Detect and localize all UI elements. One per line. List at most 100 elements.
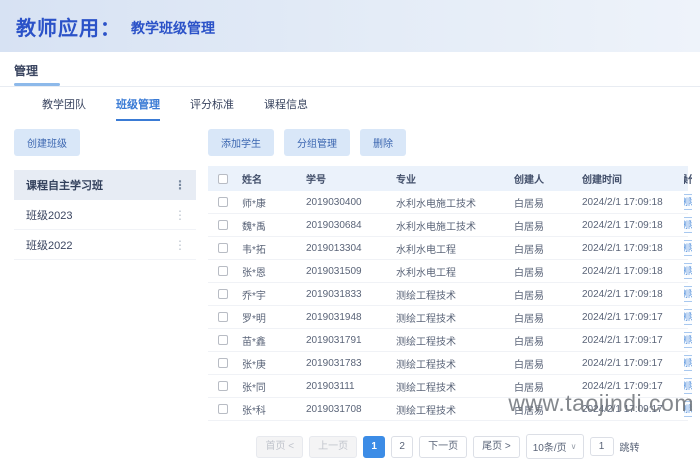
select-all-checkbox[interactable] <box>218 173 228 184</box>
row-delete-button[interactable]: 删除 <box>684 308 692 326</box>
next-page-button[interactable]: 下一页 <box>419 435 468 458</box>
row-created-time: 2024/2/1 17:09:17 <box>582 380 663 392</box>
student-id: 2019031509 <box>306 265 362 277</box>
sidebar-item-class-2023[interactable]: 班级2023 ⋮ <box>14 200 196 230</box>
row-creator: 白居易 <box>514 290 544 302</box>
pagination: 首页 < 上一页 1 2 下一页 尾页 > 10条/页 ∨ 跳转 <box>208 434 688 459</box>
table-row: 师*康 2019030400 水利水电施工技术 白居易 2024/2/1 17:… <box>208 191 692 214</box>
row-created-time: 2024/2/1 17:09:17 <box>582 403 663 415</box>
table-row: 罗*明 2019031948 测绘工程技术 白居易 2024/2/1 17:09… <box>208 306 692 329</box>
row-creator: 白居易 <box>514 313 544 325</box>
row-creator: 白居易 <box>514 382 544 394</box>
page-size-label: 10条/页 <box>532 443 567 454</box>
prev-page-button[interactable]: 上一页 <box>309 435 358 458</box>
student-name: 魏*禹 <box>242 221 266 233</box>
row-delete-button[interactable]: 删除 <box>684 262 692 280</box>
row-checkbox[interactable] <box>218 404 228 414</box>
table-body: 师*康 2019030400 水利水电施工技术 白居易 2024/2/1 17:… <box>208 191 692 421</box>
more-options-icon[interactable]: ⋮ <box>174 179 186 191</box>
tab-scoring-standard[interactable]: 评分标准 <box>190 96 234 121</box>
student-major: 水利水电工程 <box>396 244 456 256</box>
row-creator: 白居易 <box>514 267 544 279</box>
class-list: 课程自主学习班 ⋮ 班级2023 ⋮ 班级2022 ⋮ <box>14 170 196 260</box>
table-row: 张*恩 2019031509 水利水电工程 白居易 2024/2/1 17:09… <box>208 260 692 283</box>
delete-button[interactable]: 删除 <box>360 129 406 156</box>
row-creator: 白居易 <box>514 244 544 256</box>
table-row: 韦*拓 2019013304 水利水电工程 白居易 2024/2/1 17:09… <box>208 237 692 260</box>
row-checkbox[interactable] <box>218 312 228 322</box>
table-row: 张*庚 2019031783 测绘工程技术 白居易 2024/2/1 17:09… <box>208 352 692 375</box>
row-delete-button[interactable]: 删除 <box>684 354 692 372</box>
row-created-time: 2024/2/1 17:09:18 <box>582 196 663 208</box>
student-major: 水利水电工程 <box>396 267 456 279</box>
student-major: 测绘工程技术 <box>396 290 456 302</box>
student-name: 罗*明 <box>242 313 266 325</box>
chevron-down-icon: ∨ <box>570 442 577 451</box>
student-id: 2019031783 <box>306 357 362 369</box>
tab-class-management[interactable]: 班级管理 <box>116 96 160 121</box>
student-name: 乔*宇 <box>242 290 266 302</box>
first-page-button[interactable]: 首页 < <box>256 435 304 458</box>
jump-page-input[interactable] <box>589 437 614 456</box>
row-creator: 白居易 <box>514 405 544 417</box>
table-row: 苗*鑫 2019031791 测绘工程技术 白居易 2024/2/1 17:09… <box>208 329 692 352</box>
page-size-select[interactable]: 10条/页 ∨ <box>525 434 584 459</box>
row-delete-button[interactable]: 删除 <box>684 400 692 418</box>
add-student-button[interactable]: 添加学生 <box>208 129 274 156</box>
student-name: 张*科 <box>242 405 266 417</box>
row-created-time: 2024/2/1 17:09:17 <box>582 334 663 346</box>
student-name: 韦*拓 <box>242 244 266 256</box>
section-header: 管理 <box>0 52 700 87</box>
tab-teaching-team[interactable]: 教学团队 <box>42 96 86 121</box>
create-class-button[interactable]: 创建班级 <box>14 129 80 156</box>
student-major: 测绘工程技术 <box>396 382 456 394</box>
app-title: 教师应用： <box>16 17 121 40</box>
row-checkbox[interactable] <box>218 358 228 368</box>
row-creator: 白居易 <box>514 221 544 233</box>
page-button-2[interactable]: 2 <box>391 435 414 458</box>
row-creator: 白居易 <box>514 359 544 371</box>
student-id: 2019031833 <box>306 288 362 300</box>
row-checkbox[interactable] <box>218 197 228 207</box>
student-id: 2019030684 <box>306 219 362 231</box>
student-major: 水利水电施工技术 <box>396 221 476 233</box>
page-button-1[interactable]: 1 <box>363 435 386 458</box>
row-delete-button[interactable]: 删除 <box>684 377 692 395</box>
row-created-time: 2024/2/1 17:09:18 <box>582 265 663 277</box>
tab-bar: 教学团队 班级管理 评分标准 课程信息 <box>0 87 700 121</box>
table-header-row: 姓名 学号 专业 创建人 创建时间 操作 <box>208 166 692 191</box>
sidebar-item-class-2022[interactable]: 班级2022 ⋮ <box>14 230 196 260</box>
row-created-time: 2024/2/1 17:09:18 <box>582 242 663 254</box>
section-label: 管理 <box>14 64 39 78</box>
row-delete-button[interactable]: 删除 <box>684 285 692 303</box>
class-sidebar: 创建班级 课程自主学习班 ⋮ 班级2023 ⋮ 班级2022 ⋮ <box>14 129 196 459</box>
row-created-time: 2024/2/1 17:09:18 <box>582 288 663 300</box>
student-table: 姓名 学号 专业 创建人 创建时间 操作 师*康 2019030400 水利水电… <box>208 166 692 421</box>
row-delete-button[interactable]: 删除 <box>684 331 692 349</box>
row-created-time: 2024/2/1 17:09:18 <box>582 219 663 231</box>
row-checkbox[interactable] <box>218 220 228 230</box>
row-delete-button[interactable]: 删除 <box>684 216 692 234</box>
row-checkbox[interactable] <box>218 335 228 345</box>
row-checkbox[interactable] <box>218 243 228 253</box>
app-header: 教师应用： 教学班级管理 <box>0 0 700 52</box>
row-delete-button[interactable]: 删除 <box>684 239 692 257</box>
jump-button[interactable]: 跳转 <box>620 439 640 454</box>
student-major: 测绘工程技术 <box>396 313 456 325</box>
student-major: 水利水电施工技术 <box>396 198 476 210</box>
row-checkbox[interactable] <box>218 381 228 391</box>
group-manage-button[interactable]: 分组管理 <box>284 129 350 156</box>
student-panel: 添加学生 分组管理 删除 姓名 学号 专业 创建人 创建时间 操作 师*康 20… <box>208 129 692 459</box>
sidebar-item-self-study-class[interactable]: 课程自主学习班 ⋮ <box>14 170 196 200</box>
last-page-button[interactable]: 尾页 > <box>473 435 520 458</box>
more-options-icon[interactable]: ⋮ <box>174 239 186 251</box>
student-name: 张*恩 <box>242 267 266 279</box>
row-created-time: 2024/2/1 17:09:17 <box>582 311 663 323</box>
row-delete-button[interactable]: 删除 <box>684 193 692 211</box>
student-id: 2019031948 <box>306 311 362 323</box>
row-checkbox[interactable] <box>218 289 228 299</box>
tab-course-info[interactable]: 课程信息 <box>264 96 308 121</box>
more-options-icon[interactable]: ⋮ <box>174 209 186 221</box>
student-name: 师*康 <box>242 198 266 210</box>
row-checkbox[interactable] <box>218 266 228 276</box>
